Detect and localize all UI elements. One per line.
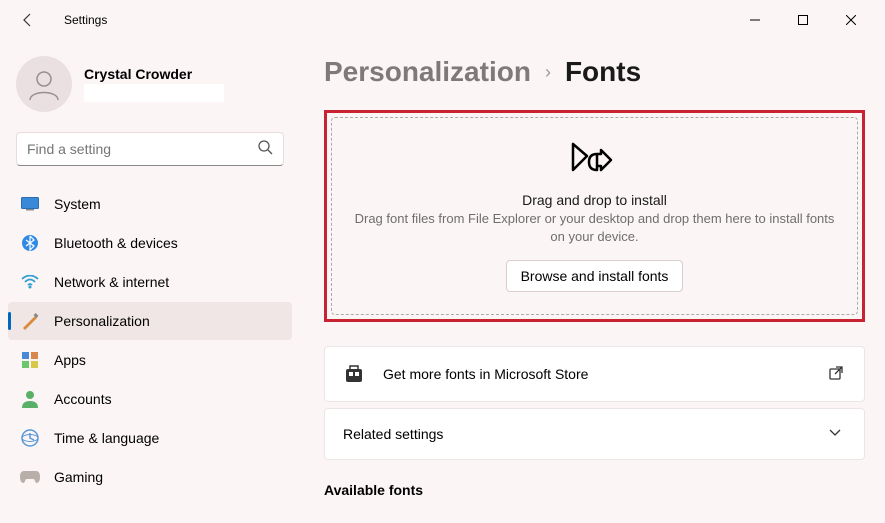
minimize-button[interactable] (733, 5, 777, 35)
sidebar-item-label: Accounts (54, 391, 112, 407)
profile[interactable]: Crystal Crowder (8, 44, 292, 132)
personalization-icon (20, 311, 40, 331)
time-icon (20, 428, 40, 448)
profile-email-placeholder (84, 84, 224, 102)
store-icon (343, 363, 365, 385)
external-link-icon (828, 365, 846, 383)
sidebar-item-label: Gaming (54, 469, 103, 485)
avatar (16, 56, 72, 112)
sidebar-item-apps[interactable]: Apps (8, 341, 292, 379)
breadcrumb-parent[interactable]: Personalization (324, 56, 531, 88)
sidebar-item-label: Apps (54, 352, 86, 368)
breadcrumb: Personalization › Fonts (324, 56, 865, 88)
search-input-wrap[interactable] (16, 132, 284, 166)
sidebar-item-label: Personalization (54, 313, 150, 329)
sidebar-item-bluetooth[interactable]: Bluetooth & devices (8, 224, 292, 262)
drag-drop-icon (567, 142, 623, 182)
main-content: Personalization › Fonts Drag and drop to… (300, 40, 885, 523)
apps-icon (20, 350, 40, 370)
sidebar-item-gaming[interactable]: Gaming (8, 458, 292, 496)
store-card-label: Get more fonts in Microsoft Store (383, 366, 810, 382)
sidebar-item-label: Time & language (54, 430, 159, 446)
sidebar: Crystal Crowder System Bluetooth & devic… (0, 40, 300, 523)
close-button[interactable] (829, 5, 873, 35)
sidebar-item-label: Network & internet (54, 274, 169, 290)
browse-fonts-button[interactable]: Browse and install fonts (506, 260, 684, 292)
sidebar-item-system[interactable]: System (8, 185, 292, 223)
sidebar-item-accounts[interactable]: Accounts (8, 380, 292, 418)
search-icon (257, 139, 273, 160)
app-title: Settings (64, 13, 107, 27)
profile-name: Crystal Crowder (84, 66, 224, 82)
window-controls (733, 5, 873, 35)
font-dropzone[interactable]: Drag and drop to install Drag font files… (331, 117, 858, 315)
sidebar-item-network[interactable]: Network & internet (8, 263, 292, 301)
available-fonts-title: Available fonts (324, 482, 865, 498)
sidebar-item-label: System (54, 196, 101, 212)
wifi-icon (20, 272, 40, 292)
bluetooth-icon (20, 233, 40, 253)
system-icon (20, 194, 40, 214)
dropzone-highlight: Drag and drop to install Drag font files… (324, 110, 865, 322)
chevron-right-icon: › (545, 62, 551, 83)
accounts-icon (20, 389, 40, 409)
store-card[interactable]: Get more fonts in Microsoft Store (324, 346, 865, 402)
chevron-down-icon (828, 425, 846, 443)
maximize-button[interactable] (781, 5, 825, 35)
search-input[interactable] (27, 141, 257, 157)
page-title: Fonts (565, 56, 641, 88)
gaming-icon (20, 467, 40, 487)
dropzone-subtitle: Drag font files from File Explorer or yo… (352, 210, 837, 246)
sidebar-item-time[interactable]: Time & language (8, 419, 292, 457)
sidebar-item-label: Bluetooth & devices (54, 235, 178, 251)
dropzone-title: Drag and drop to install (352, 192, 837, 208)
sidebar-item-personalization[interactable]: Personalization (8, 302, 292, 340)
related-settings-card[interactable]: Related settings (324, 408, 865, 460)
back-button[interactable] (12, 4, 44, 36)
related-card-label: Related settings (343, 426, 810, 442)
